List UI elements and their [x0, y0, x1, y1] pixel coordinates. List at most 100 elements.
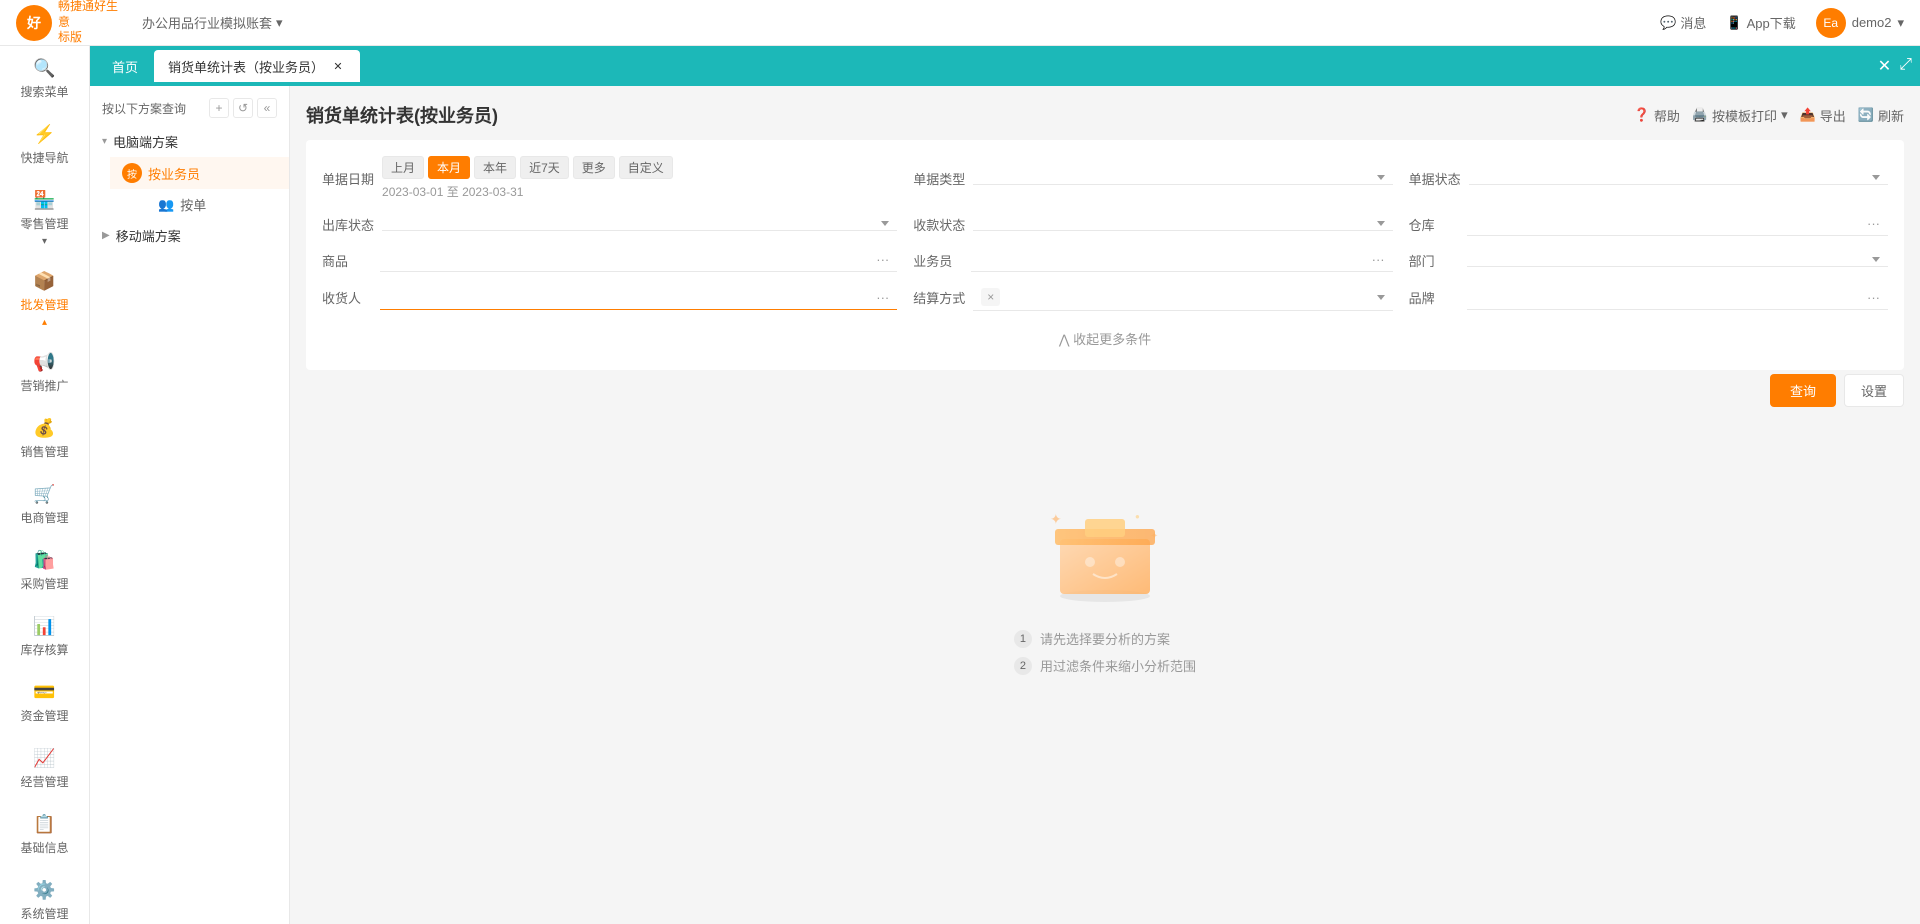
receipt-status-select[interactable]	[973, 217, 1392, 231]
date-btn-this-month[interactable]: 本月	[428, 156, 470, 179]
left-panel: 按以下方案查询 + ↺ « ▾ 电脑端方案 按	[90, 86, 290, 924]
app-download-label: App下载	[1747, 13, 1796, 32]
sidebar-item-retail[interactable]: 🏪 零售管理 ▾	[0, 178, 89, 259]
sidebar-item-label: 销售管理	[20, 443, 68, 460]
receipt-status-arrow-icon	[1377, 221, 1385, 226]
department-label: 部门	[1409, 251, 1459, 270]
sidebar-item-system[interactable]: ⚙️ 系统管理	[0, 868, 89, 924]
finance-icon: 💳	[33, 682, 55, 703]
export-button[interactable]: 📤 导出	[1800, 106, 1846, 125]
refresh-scheme-button[interactable]: ↺	[233, 98, 253, 118]
svg-text:✦: ✦	[1150, 531, 1158, 542]
tab-home[interactable]: 首页	[98, 50, 152, 82]
sidebar-item-quick-nav[interactable]: ⚡ 快捷导航	[0, 112, 89, 178]
tab-close-window-icon[interactable]: ✕	[1878, 56, 1891, 76]
collapse-panel-button[interactable]: «	[257, 98, 277, 118]
settlement-tag-x[interactable]: ×	[987, 290, 994, 304]
tree-mobile[interactable]: ▶ 移动端方案	[90, 220, 289, 251]
doc-type-arrow-icon	[1377, 175, 1385, 180]
tab-close-icon[interactable]: ✕	[330, 58, 346, 74]
out-status-select[interactable]	[382, 217, 897, 231]
refresh-icon: 🔄	[1858, 107, 1874, 123]
date-btn-last-month[interactable]: 上月	[382, 156, 424, 179]
expand-icon: ▾	[102, 136, 107, 147]
sidebar-item-finance[interactable]: 💳 资金管理	[0, 670, 89, 736]
add-scheme-button[interactable]: +	[209, 98, 229, 118]
department-select[interactable]	[1467, 253, 1888, 267]
sidebar-item-purchase[interactable]: 🛍️ 采购管理	[0, 538, 89, 604]
sidebar-item-inventory[interactable]: 📊 库存核算	[0, 604, 89, 670]
brand-input[interactable]: ···	[1467, 286, 1888, 310]
date-btn-more[interactable]: 更多	[573, 156, 615, 179]
doc-type-select[interactable]	[973, 171, 1392, 185]
tab-maximize-icon[interactable]: ⤢	[1899, 56, 1912, 76]
expand-icon: ▶	[102, 230, 110, 241]
sidebar-item-label: 系统管理	[20, 905, 68, 922]
app-download-button[interactable]: 📱 App下载	[1726, 13, 1795, 32]
sidebar-item-search[interactable]: 🔍 搜索菜单	[0, 46, 89, 112]
inventory-icon: 📊	[33, 616, 55, 637]
sidebar-item-sales[interactable]: 💰 销售管理	[0, 406, 89, 472]
settlement-select[interactable]: ×	[973, 284, 1392, 311]
sales-icon: 💰	[33, 418, 55, 439]
sidebar-item-label: 批发管理	[20, 296, 68, 313]
svg-text:●: ●	[1135, 512, 1140, 521]
warehouse-select[interactable]: ···	[1467, 212, 1888, 236]
sidebar-item-label: 采购管理	[20, 575, 68, 592]
basic-icon: 📋	[33, 814, 55, 835]
sidebar-item-marketing[interactable]: 📢 营销推广	[0, 340, 89, 406]
help-button[interactable]: ❓ 帮助	[1634, 106, 1680, 125]
export-icon: 📤	[1800, 107, 1816, 123]
sidebar-item-operations[interactable]: 📈 经营管理	[0, 736, 89, 802]
template-print-label: 按模板打印	[1712, 106, 1777, 125]
sidebar: 🔍 搜索菜单 ⚡ 快捷导航 🏪 零售管理 ▾ 📦 批发管理 ▴ 📢 营销推广	[0, 46, 90, 924]
hint-num-1: 1	[1014, 630, 1032, 648]
message-label: 消息	[1680, 13, 1706, 32]
tree-desktop-label: 电脑端方案	[113, 132, 178, 151]
message-button[interactable]: 💬 消息	[1660, 13, 1706, 32]
date-btn-custom[interactable]: 自定义	[619, 156, 673, 179]
user-avatar[interactable]: Ea demo2 ▾	[1816, 8, 1904, 38]
tab-sales-report[interactable]: 销货单统计表（按业务员） ✕	[154, 50, 360, 82]
settings-button[interactable]: 设置	[1844, 374, 1904, 407]
goods-input[interactable]: ···	[380, 248, 897, 272]
refresh-label: 刷新	[1878, 106, 1904, 125]
help-label: 帮助	[1654, 106, 1680, 125]
query-button[interactable]: 查询	[1770, 374, 1836, 407]
sidebar-item-label: 营销推广	[20, 377, 68, 394]
sidebar-item-label: 零售管理	[20, 215, 68, 232]
sidebar-item-label: 资金管理	[20, 707, 68, 724]
consignee-input[interactable]: ···	[380, 286, 897, 310]
collapse-bar[interactable]: ⋀ 收起更多条件	[322, 323, 1888, 354]
date-label: 单据日期	[322, 169, 374, 188]
tree-item-salesperson[interactable]: 按 按业务员	[110, 157, 289, 189]
hint-1-text: 请先选择要分析的方案	[1040, 629, 1170, 648]
empty-illustration: ✦ ✦ ●	[1035, 484, 1175, 604]
search-icon: 🔍	[33, 58, 55, 79]
sidebar-item-wholesale[interactable]: 📦 批发管理 ▴	[0, 259, 89, 340]
download-icon: 📱	[1726, 15, 1742, 31]
tree-desktop[interactable]: ▾ 电脑端方案	[90, 126, 289, 157]
marketing-icon: 📢	[33, 352, 55, 373]
out-status-arrow-icon	[881, 221, 889, 226]
empty-state: ✦ ✦ ● 1 请先选择	[306, 419, 1904, 743]
collapse-label: 收起更多条件	[1073, 332, 1151, 347]
date-btn-this-year[interactable]: 本年	[474, 156, 516, 179]
brand-dots: ···	[1867, 290, 1880, 305]
user-name: demo2	[1852, 15, 1892, 30]
date-btn-last-7days[interactable]: 近7天	[520, 156, 569, 179]
goods-label: 商品	[322, 251, 372, 270]
export-label: 导出	[1820, 106, 1846, 125]
account-dropdown-icon[interactable]: ▾	[276, 15, 283, 31]
refresh-button[interactable]: 🔄 刷新	[1858, 106, 1904, 125]
sidebar-item-label: 快捷导航	[20, 149, 68, 166]
salesperson-input[interactable]: ···	[971, 248, 1392, 272]
template-print-button[interactable]: 🖨️ 按模板打印 ▾	[1692, 106, 1788, 125]
department-arrow-icon	[1872, 257, 1880, 262]
sidebar-item-ecommerce[interactable]: 🛒 电商管理	[0, 472, 89, 538]
ecommerce-icon: 🛒	[33, 484, 55, 505]
tree-item-by-order[interactable]: 👥 按单	[146, 189, 289, 220]
sidebar-item-basic[interactable]: 📋 基础信息	[0, 802, 89, 868]
hint-2-text: 用过滤条件来缩小分析范围	[1040, 656, 1196, 675]
doc-status-select[interactable]	[1469, 171, 1888, 185]
